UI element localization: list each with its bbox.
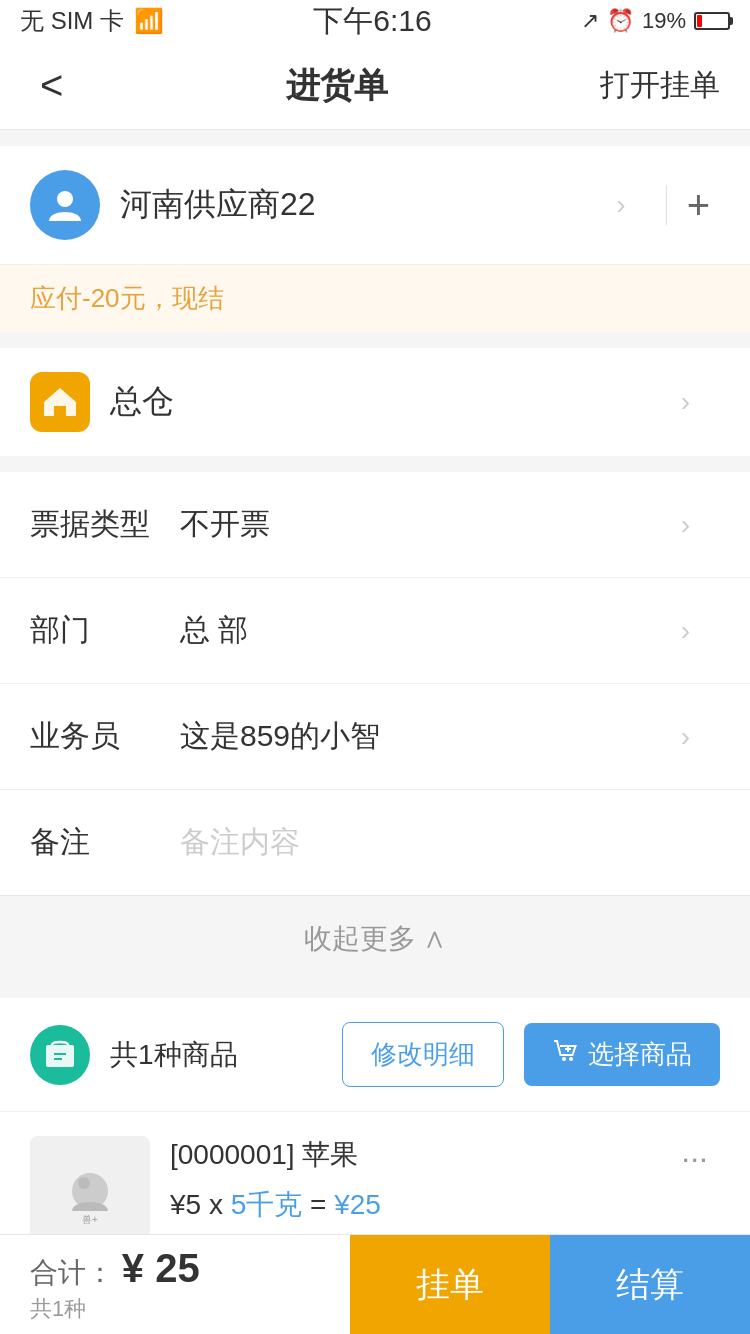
product-code-name: [0000001] 苹果: [170, 1136, 649, 1174]
alarm-icon: ⏰: [607, 8, 634, 34]
payment-note: 应付-20元，现结: [0, 265, 750, 332]
svg-rect-2: [46, 1045, 74, 1067]
supplier-name[interactable]: 河南供应商22: [120, 183, 616, 227]
total-section: 合计： ¥ 25 共1种: [0, 1246, 350, 1324]
warehouse-row[interactable]: 总仓 ›: [0, 348, 750, 456]
status-bar: 无 SIM 卡 📶 下午6:16 ↗ ⏰ 19%: [0, 0, 750, 42]
remark-row[interactable]: 备注 备注内容: [0, 790, 750, 895]
select-product-button[interactable]: 选择商品: [524, 1023, 720, 1086]
svg-point-0: [57, 191, 73, 207]
product-qty: 5千克: [231, 1189, 303, 1220]
product-name: 苹果: [302, 1139, 358, 1170]
back-button[interactable]: <: [30, 53, 73, 118]
carrier-label: 无 SIM 卡: [20, 5, 124, 37]
total-count: 共1种: [30, 1294, 320, 1324]
salesman-value: 这是859的小智: [180, 716, 681, 757]
salesman-label: 业务员: [30, 716, 160, 757]
salesman-chevron-icon: ›: [681, 721, 690, 753]
warehouse-section: 总仓 ›: [0, 348, 750, 456]
hang-button[interactable]: 挂单: [350, 1235, 550, 1335]
select-product-label: 选择商品: [588, 1037, 692, 1072]
total-amount: ¥ 25: [122, 1246, 200, 1290]
svg-point-5: [562, 1057, 566, 1061]
battery-icon: [694, 12, 730, 30]
product-code: [0000001]: [170, 1139, 295, 1170]
remark-label: 备注: [30, 822, 160, 863]
department-label: 部门: [30, 610, 160, 651]
department-value: 总 部: [180, 610, 681, 651]
supplier-divider: [666, 185, 667, 225]
svg-point-8: [78, 1177, 90, 1189]
status-time: 下午6:16: [313, 1, 431, 42]
product-multiply: x: [209, 1189, 231, 1220]
remark-placeholder: 备注内容: [180, 822, 720, 863]
collapse-bar[interactable]: 收起更多 ∧: [0, 895, 750, 982]
nav-bar: < 进货单 打开挂单: [0, 42, 750, 130]
invoice-type-value: 不开票: [180, 504, 681, 545]
invoice-chevron-icon: ›: [681, 509, 690, 541]
svg-rect-1: [54, 406, 66, 416]
svg-text:兽+: 兽+: [82, 1214, 98, 1225]
warehouse-icon: [30, 372, 90, 432]
status-right: ↗ ⏰ 19%: [581, 8, 730, 34]
svg-point-6: [569, 1057, 573, 1061]
page-title: 进货单: [286, 63, 388, 109]
bottom-bar: 合计： ¥ 25 共1种 挂单 结算: [0, 1234, 750, 1334]
wifi-icon: 📶: [134, 7, 164, 35]
product-icon: [30, 1025, 90, 1085]
product-info: [0000001] 苹果 ¥5 x 5千克 = ¥25: [170, 1136, 649, 1224]
department-chevron-icon: ›: [681, 615, 690, 647]
product-menu-button[interactable]: ···: [669, 1136, 720, 1181]
cart-icon: [552, 1037, 580, 1072]
supplier-avatar: [30, 170, 100, 240]
supplier-section: 河南供应商22 › + 应付-20元，现结: [0, 146, 750, 332]
invoice-type-label: 票据类型: [30, 504, 160, 545]
form-section: 票据类型 不开票 › 部门 总 部 › 业务员 这是859的小智 › 备注 备注…: [0, 472, 750, 982]
location-icon: ↗: [581, 8, 599, 34]
checkout-button[interactable]: 结算: [550, 1235, 750, 1335]
add-supplier-button[interactable]: +: [677, 173, 720, 238]
product-equals: =: [310, 1189, 334, 1220]
product-count-label: 共1种商品: [110, 1036, 322, 1074]
product-price: ¥5 x 5千克 = ¥25: [170, 1186, 649, 1224]
products-header: 共1种商品 修改明细 选择商品: [0, 998, 750, 1111]
warehouse-name: 总仓: [110, 380, 681, 424]
salesman-row[interactable]: 业务员 这是859的小智 ›: [0, 684, 750, 790]
edit-detail-button[interactable]: 修改明细: [342, 1022, 504, 1087]
supplier-chevron-icon: ›: [616, 189, 625, 221]
total-label: 合计：: [30, 1257, 114, 1288]
department-row[interactable]: 部门 总 部 ›: [0, 578, 750, 684]
battery-label: 19%: [642, 8, 686, 34]
product-total: ¥25: [334, 1189, 381, 1220]
status-left: 无 SIM 卡 📶: [20, 5, 164, 37]
supplier-row: 河南供应商22 › +: [0, 146, 750, 265]
warehouse-chevron-icon: ›: [681, 386, 690, 418]
product-unit-price: ¥5: [170, 1189, 201, 1220]
open-hang-button[interactable]: 打开挂单: [600, 65, 720, 106]
invoice-type-row[interactable]: 票据类型 不开票 ›: [0, 472, 750, 578]
